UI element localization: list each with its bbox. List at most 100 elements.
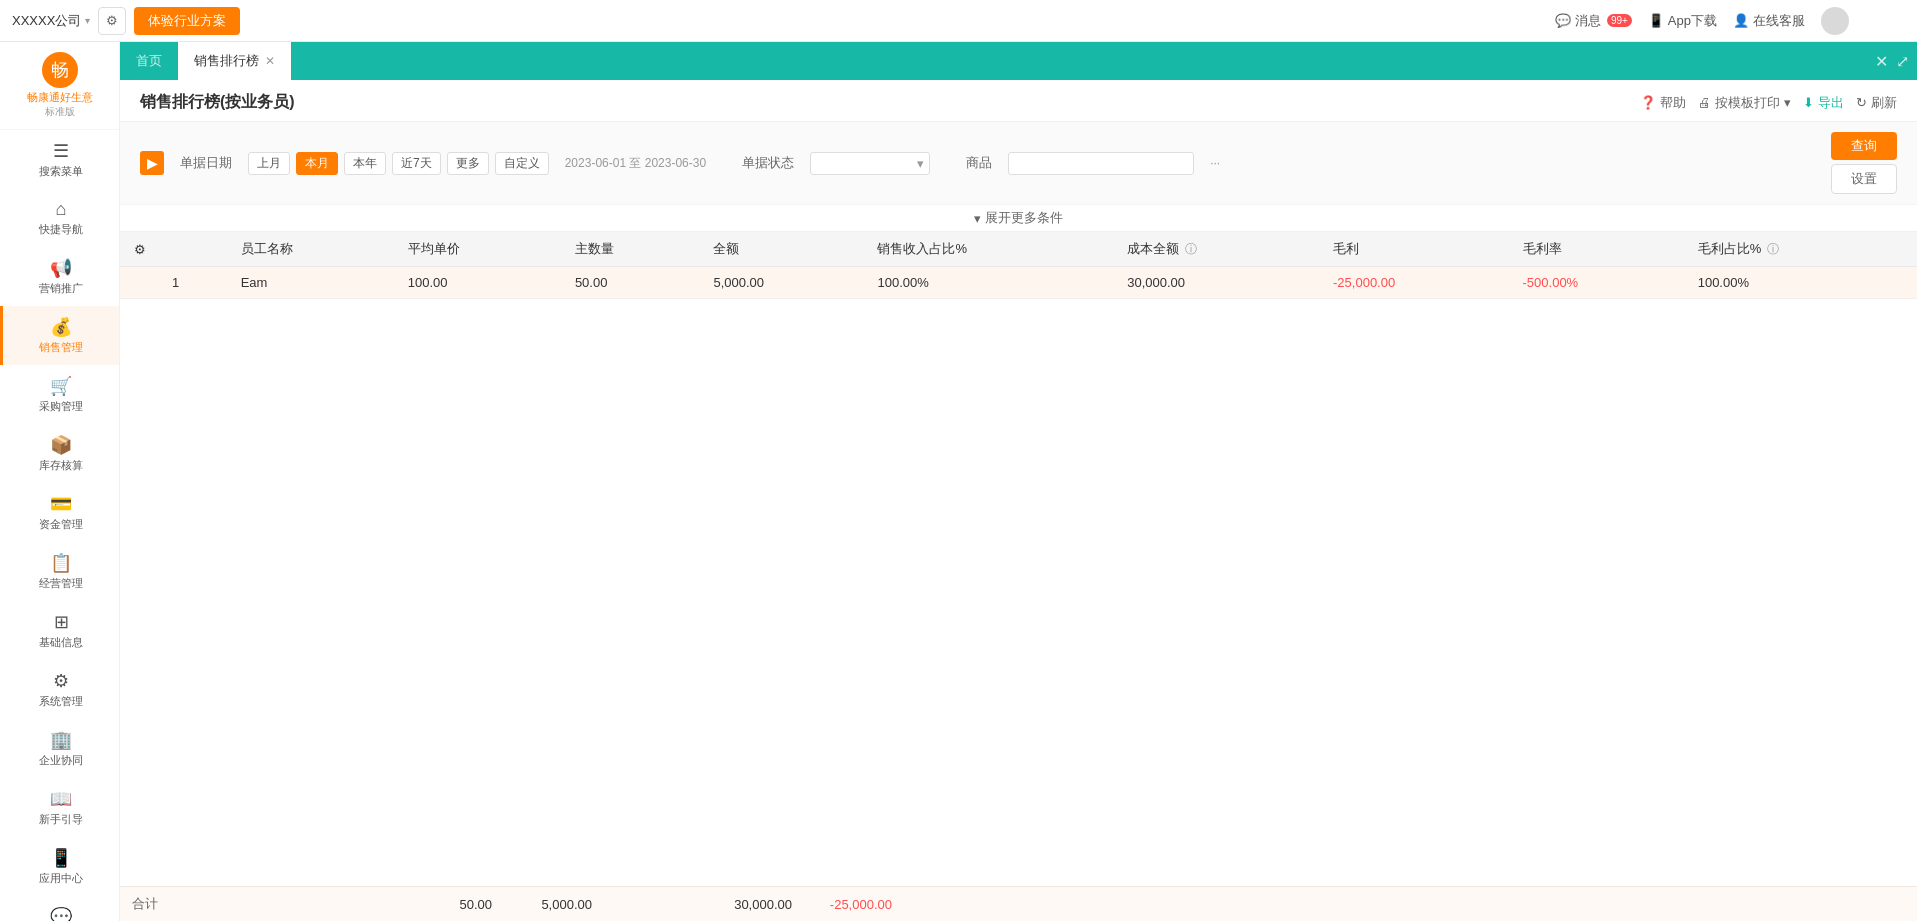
corp-icon: 🏢 (50, 729, 72, 751)
col-settings[interactable]: ⚙ (120, 232, 160, 267)
close-tab-btn[interactable]: ✕ (1875, 52, 1888, 71)
tab-sales-rank-label: 销售排行榜 (194, 52, 259, 70)
sidebar-item-marketing[interactable]: 📢 营销推广 (0, 247, 119, 306)
col-avg-price: 平均单价 (396, 232, 563, 267)
tab-home[interactable]: 首页 (120, 42, 178, 80)
7days-btn[interactable]: 近7天 (392, 152, 441, 175)
app-download-label: App下载 (1668, 12, 1717, 30)
filter-expand-arrow[interactable]: ▶ (140, 151, 164, 175)
sidebar-item-quick[interactable]: ⌂ 快捷导航 (0, 189, 119, 247)
top-bar: XXXXX公司 ▾ ⚙ 体验行业方案 💬 消息 99+ 📱 App下载 👤 在线… (0, 0, 1917, 42)
query-btn[interactable]: 查询 (1831, 132, 1897, 160)
chevron-down-icon: ▾ (85, 15, 90, 26)
sidebar-logo: 畅 畅康通好生意 标准版 (0, 42, 119, 130)
page-actions: ❓ 帮助 🖨 按模板打印 ▾ ⬇ 导出 ↻ 刷新 (1640, 94, 1897, 112)
base-icon: ⊞ (54, 611, 69, 633)
cost-info-icon[interactable]: ⓘ (1185, 242, 1197, 256)
table-footer: 合计 50.00 5,000.00 30,000.00 -25,000.00 (120, 886, 1917, 921)
fullscreen-btn[interactable]: ⤢ (1896, 52, 1909, 71)
cur-month-btn[interactable]: 本月 (296, 152, 338, 175)
row-gross-profit: -25,000.00 (1321, 267, 1510, 299)
sidebar-item-base[interactable]: ⊞ 基础信息 (0, 601, 119, 660)
logo-icon: 畅 (42, 52, 78, 88)
page-content: 销售排行榜(按业务员) ❓ 帮助 🖨 按模板打印 ▾ ⬇ 导出 (120, 80, 1917, 921)
row-settings (120, 267, 160, 299)
goods-input[interactable] (1008, 152, 1194, 175)
refresh-btn[interactable]: ↻ 刷新 (1856, 94, 1897, 112)
page-header: 销售排行榜(按业务员) ❓ 帮助 🖨 按模板打印 ▾ ⬇ 导出 (120, 80, 1917, 122)
company-selector[interactable]: XXXXX公司 ▾ (12, 12, 90, 30)
sidebar-item-finance[interactable]: 💳 资金管理 (0, 483, 119, 542)
tab-actions: ✕ ⤢ (1875, 52, 1917, 71)
sidebar-item-system[interactable]: ⚙ 系统管理 (0, 660, 119, 719)
expand-down-icon: ▾ (974, 211, 981, 226)
sidebar-item-guide[interactable]: 📖 新手引导 (0, 778, 119, 837)
col-rank (160, 232, 229, 267)
sidebar-item-search[interactable]: ☰ 搜索菜单 (0, 130, 119, 189)
more-dots[interactable]: ··· (1210, 156, 1220, 170)
marketing-icon: 📢 (50, 257, 72, 279)
sales-icon: 💰 (50, 316, 72, 338)
more-btn[interactable]: 更多 (447, 152, 489, 175)
gross-pct-info-icon[interactable]: ⓘ (1767, 242, 1779, 256)
row-gross-pct: 100.00% (1686, 267, 1917, 299)
sidebar-item-app-center[interactable]: 📱 应用中心 (0, 837, 119, 896)
custom-btn[interactable]: 自定义 (495, 152, 549, 175)
message-icon: 💬 (1555, 13, 1571, 28)
footer-gross-profit: -25,000.00 (812, 897, 892, 912)
online-service-btn[interactable]: 👤 在线客服 (1733, 12, 1805, 30)
status-label: 单据状态 (742, 154, 794, 172)
top-right-actions: 💬 消息 99+ 📱 App下载 👤 在线客服 (1555, 7, 1905, 35)
sidebar: 畅 畅康通好生意 标准版 ☰ 搜索菜单 ⌂ 快捷导航 📢 营销推广 💰 销售管理… (0, 42, 120, 921)
filter-area: ▶ 单据日期 上月 本月 本年 近7天 更多 自定义 2023-06-01 至 … (120, 122, 1917, 205)
trial-btn[interactable]: 体验行业方案 (134, 7, 240, 35)
avatar-name (1865, 7, 1905, 35)
goods-label: 商品 (966, 154, 992, 172)
operation-icon: 📋 (50, 552, 72, 574)
template-print-btn[interactable]: 🖨 按模板打印 ▾ (1698, 94, 1791, 112)
settings-icon-btn[interactable]: ⚙ (98, 7, 126, 35)
date-range: 2023-06-01 至 2023-06-30 (565, 155, 706, 172)
sidebar-item-operation[interactable]: 📋 经营管理 (0, 542, 119, 601)
date-label: 单据日期 (180, 154, 232, 172)
guide-icon: 📖 (50, 788, 72, 810)
app-download-btn[interactable]: 📱 App下载 (1648, 12, 1717, 30)
inventory-icon: 📦 (50, 434, 72, 456)
arrow-right-icon: ▶ (147, 155, 158, 171)
expand-label: 展开更多条件 (985, 209, 1063, 227)
status-select[interactable] (810, 152, 930, 175)
tab-home-label: 首页 (136, 52, 162, 70)
message-badge: 99+ (1607, 14, 1632, 27)
dropdown-arrow-icon: ▾ (1784, 95, 1791, 110)
purchase-icon: 🛒 (50, 375, 72, 397)
expand-more-btn[interactable]: ▾ 展开更多条件 (120, 205, 1917, 232)
refresh-icon: ↻ (1856, 95, 1867, 110)
main-layout: 畅 畅康通好生意 标准版 ☰ 搜索菜单 ⌂ 快捷导航 📢 营销推广 💰 销售管理… (0, 42, 1917, 921)
col-name: 员工名称 (229, 232, 396, 267)
message-label: 消息 (1575, 12, 1601, 30)
tab-bar: 首页 销售排行榜 ✕ ✕ ⤢ (120, 42, 1917, 80)
sidebar-item-sales[interactable]: 💰 销售管理 (0, 306, 119, 365)
service-icon: 👤 (1733, 13, 1749, 28)
sidebar-item-corp[interactable]: 🏢 企业协同 (0, 719, 119, 778)
tab-close-icon[interactable]: ✕ (265, 54, 275, 68)
message-btn[interactable]: 💬 消息 99+ (1555, 12, 1632, 30)
cur-year-btn[interactable]: 本年 (344, 152, 386, 175)
prev-month-btn[interactable]: 上月 (248, 152, 290, 175)
col-gross-pct: 毛利占比% ⓘ (1686, 232, 1917, 267)
footer-cost-amount: 30,000.00 (712, 897, 792, 912)
sidebar-item-inventory[interactable]: 📦 库存核算 (0, 424, 119, 483)
export-btn[interactable]: ⬇ 导出 (1803, 94, 1844, 112)
help-icon: ❓ (1640, 95, 1656, 110)
sidebar-item-purchase[interactable]: 🛒 采购管理 (0, 365, 119, 424)
filter-settings-btn[interactable]: 设置 (1831, 164, 1897, 194)
col-amount: 全额 (701, 232, 865, 267)
home-icon: ⌂ (56, 199, 67, 220)
help-btn[interactable]: ❓ 帮助 (1640, 94, 1686, 112)
company-name: XXXXX公司 (12, 12, 81, 30)
export-icon: ⬇ (1803, 95, 1814, 110)
tab-sales-rank[interactable]: 销售排行榜 ✕ (178, 42, 291, 80)
sidebar-item-wechat[interactable]: 💬 企业微信 (0, 896, 119, 921)
avatar[interactable] (1821, 7, 1849, 35)
logo-name: 畅康通好生意 (27, 90, 93, 105)
